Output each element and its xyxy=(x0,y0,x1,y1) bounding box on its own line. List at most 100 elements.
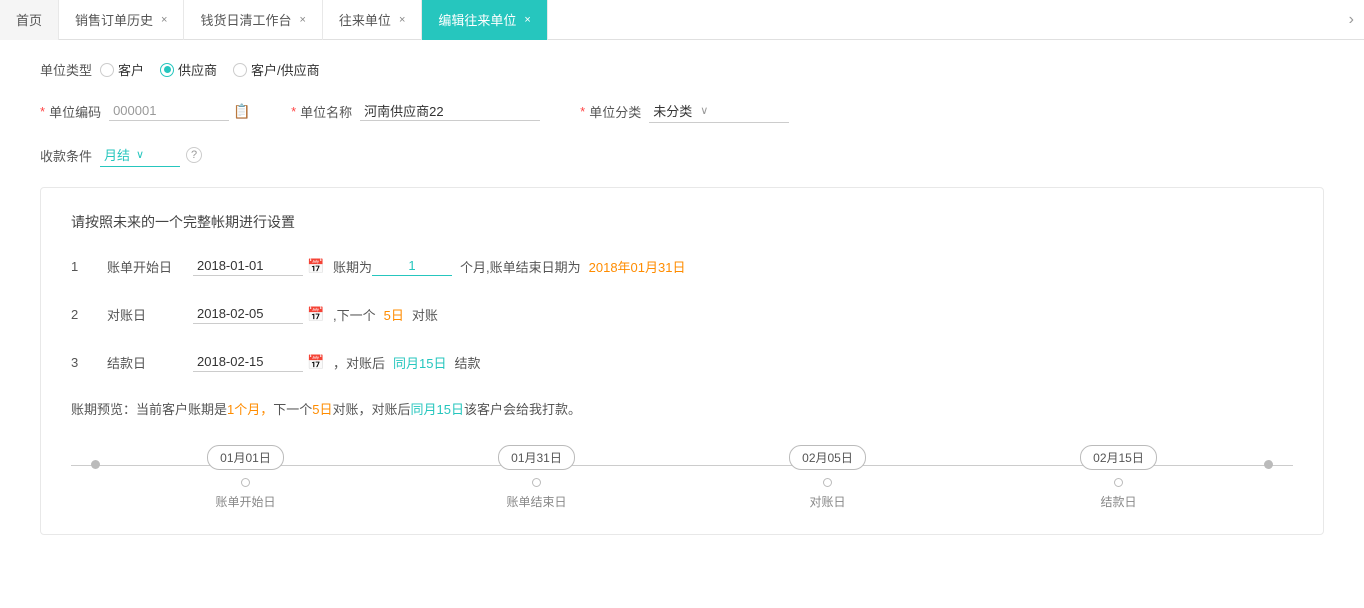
unit-code-item: * 单位编码 📋 xyxy=(40,101,251,121)
row-2-highlight: 5日 xyxy=(384,305,404,324)
row-1-desc-suffix: 个月,账单结束日期为 xyxy=(460,257,581,276)
timeline-point-3: 02月05日 对账日 xyxy=(682,445,973,510)
row-num-3: 3 xyxy=(71,355,91,370)
statement-date-input[interactable] xyxy=(193,304,303,324)
timeline-point-2: 01月31日 账单结束日 xyxy=(391,445,682,510)
tab-cash-work[interactable]: 钱货日清工作台 × xyxy=(184,0,322,40)
row-label-2: 对账日 xyxy=(107,305,177,324)
unit-classify-value: 未分类 xyxy=(653,101,692,120)
start-date-input[interactable] xyxy=(193,256,303,276)
tab-sales-history-close[interactable]: × xyxy=(161,14,167,26)
tab-edit-partner-label: 编辑往来单位 xyxy=(438,10,516,29)
unit-code-star: * xyxy=(40,104,45,119)
row-3-highlight: 同月15日 xyxy=(393,353,446,372)
start-date-calendar-icon[interactable]: 📅 xyxy=(307,257,325,275)
timeline-point-4: 02月15日 结款日 xyxy=(973,445,1264,510)
radio-customer[interactable]: 客户 xyxy=(100,60,144,79)
tab-cash-work-label: 钱货日清工作台 xyxy=(200,10,291,29)
preview-mid1: 下一个 xyxy=(273,402,312,417)
unit-classify-star: * xyxy=(580,104,585,119)
row-num-1: 1 xyxy=(71,259,91,274)
tab-home[interactable]: 首页 xyxy=(0,0,59,40)
unit-classify-dropdown[interactable]: 未分类 ∨ xyxy=(649,99,789,123)
timeline-points: 01月01日 账单开始日 01月31日 账单结束日 02月05日 xyxy=(91,445,1273,510)
payment-label: 收款条件 xyxy=(40,146,92,165)
preview-section: 账期预览：当前客户账期是1个月，下一个5日对账，对账后同月15日该客户会给我打款… xyxy=(71,400,1293,510)
tab-cash-work-close[interactable]: × xyxy=(299,14,305,26)
row-2-prefix: ,下一个 xyxy=(333,305,376,324)
radio-customer-circle xyxy=(100,63,114,77)
unit-name-input[interactable] xyxy=(360,101,540,121)
statement-date-calendar-icon[interactable]: 📅 xyxy=(307,305,325,323)
radio-customer-label: 客户 xyxy=(118,60,144,79)
timeline-badge-4: 02月15日 xyxy=(1080,445,1157,470)
tab-edit-partner-close[interactable]: × xyxy=(524,14,530,26)
preview-h3: 同月15日 xyxy=(411,402,464,417)
tab-more-button[interactable]: › xyxy=(1339,11,1364,29)
payment-value: 月结 xyxy=(104,145,130,164)
radio-supplier-circle xyxy=(160,63,174,77)
tab-sales-history-label: 销售订单历史 xyxy=(75,10,153,29)
tab-partner-close[interactable]: × xyxy=(399,14,405,26)
timeline-label-2: 账单结束日 xyxy=(506,493,566,510)
timeline-dot-4 xyxy=(1114,478,1123,487)
payment-row: 收款条件 月结 ∨ ? xyxy=(40,143,1324,167)
preview-suffix: 该客户会给我打款。 xyxy=(464,402,581,417)
payment-arrow-icon: ∨ xyxy=(136,148,144,161)
timeline-dot-1 xyxy=(241,478,250,487)
timeline-end-dot xyxy=(1264,460,1273,469)
unit-type-label: 单位类型 xyxy=(40,60,92,79)
radio-supplier[interactable]: 供应商 xyxy=(160,60,217,79)
unit-name-label: 单位名称 xyxy=(300,102,352,121)
row-1-end-date-highlight: 2018年01月31日 xyxy=(589,257,686,276)
timeline-dot-2 xyxy=(532,478,541,487)
row-3-prefix: ，对账后 xyxy=(333,353,385,372)
tab-edit-partner[interactable]: 编辑往来单位 × xyxy=(422,0,547,40)
row-num-2: 2 xyxy=(71,307,91,322)
setting-row-1: 1 账单开始日 📅 账期为 个月,账单结束日期为 2018年01月31日 xyxy=(71,256,1293,276)
row-label-1: 账单开始日 xyxy=(107,257,177,276)
row-2-suffix: 对账 xyxy=(412,305,438,324)
unit-code-calendar-icon[interactable]: 📋 xyxy=(233,102,251,120)
unit-type-item: 单位类型 客户 供应商 客户/供应商 xyxy=(40,60,320,79)
payment-dropdown[interactable]: 月结 ∨ xyxy=(100,143,180,167)
payment-help-icon[interactable]: ? xyxy=(186,147,202,163)
timeline-start xyxy=(91,460,100,469)
period-num-input[interactable] xyxy=(372,256,452,276)
unit-code-input[interactable] xyxy=(109,101,229,121)
radio-supplier-dot xyxy=(164,66,171,73)
tab-home-label: 首页 xyxy=(16,10,42,29)
timeline-start-dot xyxy=(91,460,100,469)
unit-classify-item: * 单位分类 未分类 ∨ xyxy=(580,99,789,123)
payment-date-calendar-icon[interactable]: 📅 xyxy=(307,353,325,371)
tab-sales-history[interactable]: 销售订单历史 × xyxy=(59,0,184,40)
setting-row-3: 3 结款日 📅 ，对账后 同月15日 结款 xyxy=(71,352,1293,372)
timeline-label-4: 结款日 xyxy=(1100,493,1136,510)
radio-customer-supplier-circle xyxy=(233,63,247,77)
row-3-suffix: 结款 xyxy=(454,353,480,372)
preview-text: 账期预览：当前客户账期是1个月，下一个5日对账，对账后同月15日该客户会给我打款… xyxy=(71,400,1293,421)
timeline-dot-3 xyxy=(823,478,832,487)
radio-supplier-label: 供应商 xyxy=(178,60,217,79)
unit-classify-arrow-icon: ∨ xyxy=(700,104,708,117)
preview-mid2: 对账，对账后 xyxy=(333,402,411,417)
preview-prefix: 账期预览：当前客户账期是 xyxy=(71,402,227,417)
preview-h1: 1个月， xyxy=(227,402,273,417)
payment-date-input[interactable] xyxy=(193,352,303,372)
setting-row-2: 2 对账日 📅 ,下一个 5日 对账 xyxy=(71,304,1293,324)
setting-card: 请按照未来的一个完整帐期进行设置 1 账单开始日 📅 账期为 个月,账单结束日期… xyxy=(40,187,1324,535)
timeline: 01月01日 账单开始日 01月31日 账单结束日 02月05日 xyxy=(71,445,1293,510)
tab-partner[interactable]: 往来单位 × xyxy=(323,0,422,40)
unit-type-row: 单位类型 客户 供应商 客户/供应商 xyxy=(40,60,1324,79)
radio-customer-supplier-label: 客户/供应商 xyxy=(251,60,320,79)
row-label-3: 结款日 xyxy=(107,353,177,372)
preview-h2: 5日 xyxy=(312,402,332,417)
card-title: 请按照未来的一个完整帐期进行设置 xyxy=(71,212,1293,232)
row-1-desc-prefix: 账期为 xyxy=(333,257,372,276)
timeline-badge-3: 02月05日 xyxy=(789,445,866,470)
payment-item: 收款条件 月结 ∨ ? xyxy=(40,143,202,167)
radio-customer-supplier[interactable]: 客户/供应商 xyxy=(233,60,320,79)
main-content: 单位类型 客户 供应商 客户/供应商 xyxy=(0,40,1364,608)
unit-code-label: 单位编码 xyxy=(49,102,101,121)
tab-bar: 首页 销售订单历史 × 钱货日清工作台 × 往来单位 × 编辑往来单位 × › xyxy=(0,0,1364,40)
